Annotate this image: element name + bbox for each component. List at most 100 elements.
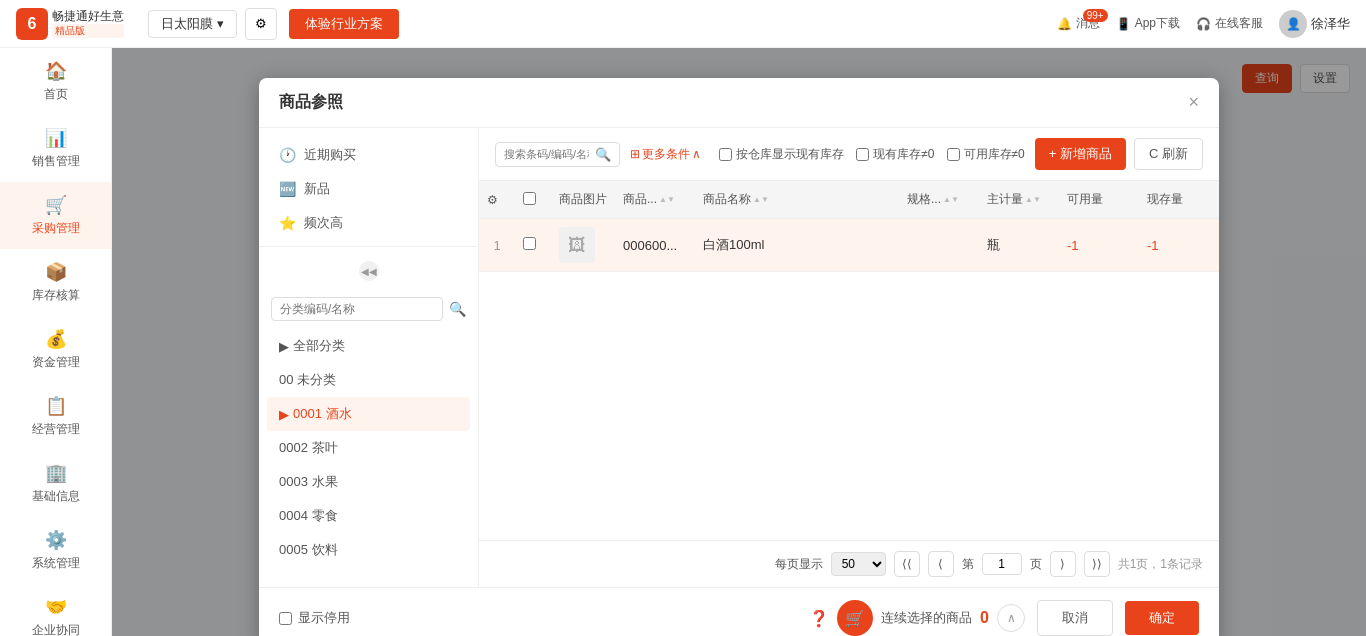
col-unit-header[interactable]: 主计量▲▼	[979, 181, 1059, 219]
category-00[interactable]: 00 未分类	[267, 363, 470, 397]
category-label-0003: 0003 水果	[279, 473, 338, 491]
sidebar-item-inventory[interactable]: 📦 库存核算	[0, 249, 111, 316]
collapse-button[interactable]: ◀◀	[359, 261, 379, 281]
checkbox-group: 按仓库显示现有库存 现有库存≠0 可用库存≠0	[719, 146, 1025, 163]
prev-page-button[interactable]: ⟨	[928, 551, 954, 577]
row-checkbox[interactable]	[515, 219, 551, 272]
topbar-right: 🔔 消息 99+ 📱 App下载 🎧 在线客服 👤 徐泽华	[1057, 10, 1350, 38]
row-img: 🖼	[551, 219, 615, 272]
settings-icon-btn[interactable]: ⚙	[245, 8, 277, 40]
quick-item-recent[interactable]: 🕐 近期购买	[267, 138, 470, 172]
product-search-input[interactable]	[504, 148, 589, 160]
checkbox-stock-input[interactable]	[856, 148, 869, 161]
sidebar-item-home[interactable]: 🏠 首页	[0, 48, 111, 115]
first-page-button[interactable]: ⟨⟨	[894, 551, 920, 577]
category-0001[interactable]: ▶ 0001 酒水	[267, 397, 470, 431]
help-icon[interactable]: ❓	[809, 609, 829, 628]
trial-button[interactable]: 体验行业方案	[289, 9, 399, 39]
last-page-button[interactable]: ⟩⟩	[1084, 551, 1110, 577]
quick-item-frequent[interactable]: ⭐ 频次高	[267, 206, 470, 240]
category-search-input[interactable]	[271, 297, 443, 321]
app-download-label: App下载	[1135, 15, 1180, 32]
sidebar-label-ops: 经营管理	[32, 421, 80, 438]
refresh-button[interactable]: C 刷新	[1134, 138, 1203, 170]
col-spec-header[interactable]: 规格...▲▼	[899, 181, 979, 219]
sidebar-item-basic[interactable]: 🏢 基础信息	[0, 450, 111, 517]
name-col-label: 商品名称	[703, 191, 751, 208]
checkbox-available-ne0[interactable]: 可用库存≠0	[947, 146, 1025, 163]
category-label-0004: 0004 零食	[279, 507, 338, 525]
col-name-header[interactable]: 商品名称▲▼	[695, 181, 899, 219]
sidebar-item-finance[interactable]: 💰 资金管理	[0, 316, 111, 383]
user-menu[interactable]: 👤 徐泽华	[1279, 10, 1350, 38]
search-icon[interactable]: 🔍	[595, 147, 611, 162]
sidebar-item-ops[interactable]: 📋 经营管理	[0, 383, 111, 450]
inventory-icon: 📦	[45, 261, 67, 283]
sidebar-item-purchase[interactable]: 🛒 采购管理	[0, 182, 111, 249]
toolbar-right: + 新增商品 C 刷新	[1035, 138, 1203, 170]
col-img-header: 商品图片	[551, 181, 615, 219]
cancel-button[interactable]: 取消	[1037, 600, 1113, 636]
next-page-button[interactable]: ⟩	[1050, 551, 1076, 577]
sidebar-item-system[interactable]: ⚙️ 系统管理	[0, 517, 111, 584]
show-disabled-checkbox[interactable]	[279, 612, 292, 625]
row-spec	[899, 219, 979, 272]
product-table-wrap: ⚙ 商品图片 商品...▲▼ 商品名称▲▼	[479, 181, 1219, 540]
bell-icon: 🔔	[1057, 17, 1072, 31]
cart-icon[interactable]: 🛒	[837, 600, 873, 636]
dropdown-icon: ▾	[217, 16, 224, 31]
category-all[interactable]: ▶ 全部分类	[267, 329, 470, 363]
select-all-checkbox[interactable]	[523, 192, 536, 205]
show-disabled-label[interactable]: 显示停用	[279, 609, 350, 627]
per-page-label: 每页显示	[775, 556, 823, 573]
category-0003[interactable]: 0003 水果	[267, 465, 470, 499]
row-unit: 瓶	[979, 219, 1059, 272]
modal-body: 🕐 近期购买 🆕 新品 ⭐ 频次高	[259, 128, 1219, 587]
sidebar-label-home: 首页	[44, 86, 68, 103]
page-number-input[interactable]	[982, 553, 1022, 575]
unit-col-label: 主计量	[987, 191, 1023, 208]
checkbox-warehouse-input[interactable]	[719, 148, 732, 161]
arrow-icon-0001: ▶	[279, 407, 289, 422]
col-settings[interactable]: ⚙	[479, 181, 515, 219]
store-selector[interactable]: 日太阳膜 ▾	[148, 10, 237, 38]
category-0004[interactable]: 0004 零食	[267, 499, 470, 533]
add-product-button[interactable]: + 新增商品	[1035, 138, 1126, 170]
row-select-checkbox[interactable]	[523, 237, 536, 250]
product-search-wrap: 🔍	[495, 142, 620, 167]
category-0002[interactable]: 0002 茶叶	[267, 431, 470, 465]
app-download-button[interactable]: 📱 App下载	[1116, 15, 1180, 32]
messages-button[interactable]: 🔔 消息 99+	[1057, 15, 1100, 32]
col-code-header[interactable]: 商品...▲▼	[615, 181, 695, 219]
quick-item-new[interactable]: 🆕 新品	[267, 172, 470, 206]
left-panel: 🕐 近期购买 🆕 新品 ⭐ 频次高	[259, 128, 479, 587]
message-badge: 99+	[1083, 9, 1108, 22]
fold-button[interactable]: ∧	[997, 604, 1025, 632]
sidebar-item-sales[interactable]: 📊 销售管理	[0, 115, 111, 182]
checkbox-available-input[interactable]	[947, 148, 960, 161]
category-0005[interactable]: 0005 饮料	[267, 533, 470, 567]
sidebar-item-corp[interactable]: 🤝 企业协同	[0, 584, 111, 636]
table-row[interactable]: 1 🖼 000600... 白酒100ml	[479, 219, 1219, 272]
cart-area: ❓ 🛒 连续选择的商品 0 ∧	[809, 600, 1025, 636]
checkbox-warehouse[interactable]: 按仓库显示现有库存	[719, 146, 844, 163]
recent-icon: 🕐	[279, 147, 296, 163]
online-service-button[interactable]: 🎧 在线客服	[1196, 15, 1263, 32]
quick-label-new: 新品	[304, 180, 330, 198]
confirm-button[interactable]: 确定	[1125, 601, 1199, 635]
code-sort-arrows: ▲▼	[659, 196, 675, 204]
more-conditions-button[interactable]: ⊞ 更多条件 ∧	[630, 146, 701, 163]
sidebar-label-sales: 销售管理	[32, 153, 80, 170]
per-page-select[interactable]: 50 10 20 100	[831, 552, 886, 576]
arrow-icon: ▶	[279, 339, 289, 354]
col-checkbox[interactable]	[515, 181, 551, 219]
category-search: 🔍	[259, 289, 478, 329]
category-0008[interactable]: 0008 水	[267, 567, 470, 577]
checkbox-stock-ne0[interactable]: 现有库存≠0	[856, 146, 934, 163]
sidebar-label-inventory: 库存核算	[32, 287, 80, 304]
category-label-0002: 0002 茶叶	[279, 439, 338, 457]
row-stock: -1	[1139, 219, 1219, 272]
logo-sub: 精品版	[52, 24, 124, 38]
category-search-icon[interactable]: 🔍	[449, 301, 466, 317]
modal-close-button[interactable]: ×	[1188, 92, 1199, 113]
